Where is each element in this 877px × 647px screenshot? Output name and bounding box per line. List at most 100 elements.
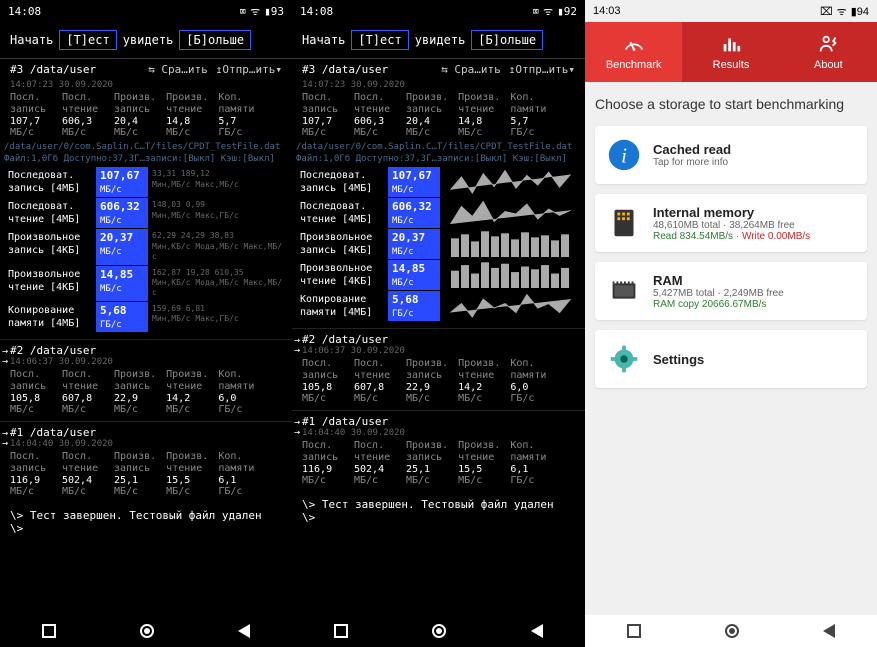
card-title: Internal memory — [653, 205, 857, 220]
history-date: 14:04:40 30.09.2020 — [10, 439, 282, 449]
metric-label: Последоват.запись [4МБ] — [4, 167, 96, 197]
stats-table: Посл.запись107,7МБ/сПосл.чтение606,3МБ/с… — [292, 90, 585, 140]
metric-value: 606,32МБ/с — [96, 198, 148, 228]
test-button[interactable]: [Т]ест — [59, 30, 116, 50]
info-icon: i — [605, 136, 643, 174]
compare-button[interactable]: ⇆ Сра…ить — [441, 63, 501, 76]
nachat-label: Начать — [10, 33, 53, 47]
ram-chip-icon — [605, 272, 643, 310]
test-button[interactable]: [Т]ест — [351, 30, 408, 50]
stats-col: Произв.запись20,4МБ/с — [406, 92, 448, 138]
metric-value: 5,68ГБ/с — [96, 302, 148, 332]
metric-label: Последоват.запись [4МБ] — [296, 167, 388, 197]
metric-row: Произвольноечтение [4КБ] 14,85МБ/с — [296, 260, 581, 290]
card-cached-read[interactable]: i Cached read Tap for more info — [595, 126, 867, 184]
history-run[interactable]: → → #2 /data/user 14:06:37 30.09.2020Пос… — [292, 328, 585, 410]
status-bar: 14:03 ⌧ ᯤ ▮94 — [585, 0, 877, 22]
metrics-list: Последоват.запись [4МБ] 107,67МБ/с33,31 … — [0, 167, 292, 331]
phone-1: 14:08 ⌧ ᯤ ▮93 Начать [Т]ест увидеть [Б]о… — [0, 0, 292, 647]
nav-home-icon[interactable] — [140, 624, 154, 638]
stats-col: Посл.запись105,8МБ/с — [10, 369, 52, 415]
stats-col: Произв.запись22,9МБ/с — [114, 369, 156, 415]
card-settings[interactable]: Settings — [595, 330, 867, 388]
metric-value: 5,68ГБ/с — [388, 291, 440, 321]
tab-results[interactable]: Results — [682, 22, 779, 82]
metric-chart — [440, 291, 581, 319]
stats-col: Произв.запись22,9МБ/с — [406, 358, 448, 404]
metric-chart — [440, 198, 581, 226]
file-params: Файл:1,0Гб Доступно:37,3Г…записи:[Выкл] … — [4, 154, 288, 166]
stats-col: Посл.чтение502,4МБ/с — [354, 440, 396, 486]
nav-recent-icon[interactable] — [334, 624, 348, 638]
nav-recent-icon[interactable] — [42, 624, 56, 638]
screenshot-icon: ⌧ — [239, 5, 246, 18]
stats-col: Произв.чтение14,8МБ/с — [166, 92, 208, 138]
status-icons: ⌧ ᯤ ▮93 — [239, 4, 284, 19]
command-line: \> Тест завершен. Тестовый файл удален \… — [292, 492, 585, 530]
send-button[interactable]: ↥Отпр…ить▾ — [216, 63, 282, 76]
more-button[interactable]: [Б]ольше — [179, 30, 251, 50]
nav-recent-icon[interactable] — [627, 624, 641, 638]
nav-back-icon[interactable] — [823, 624, 835, 638]
stats-col: Посл.запись105,8МБ/с — [302, 358, 344, 404]
gauge-icon — [622, 33, 646, 55]
metric-label: Копированиепамяти [4МБ] — [296, 291, 388, 321]
stats-col: Посл.чтение607,8МБ/с — [354, 358, 396, 404]
stats-col: Произв.запись25,1МБ/с — [114, 451, 156, 497]
read-speed: Read 834.54MB/s — [653, 231, 733, 242]
metric-row: Произвольноезапись [4КБ] 20,37МБ/с62,29 … — [4, 229, 288, 264]
card-sub: Tap for more info — [653, 157, 857, 168]
metric-row: Копированиепамяти [4МБ] 5,68ГБ/с — [296, 291, 581, 321]
metric-extra: 33,31 189,12Мин,МБ/с Макс,МБ/с — [148, 167, 288, 197]
stats-col: Посл.запись116,9МБ/с — [302, 440, 344, 486]
nav-back-icon[interactable] — [238, 624, 250, 638]
stats-col: Произв.чтение14,8МБ/с — [458, 92, 500, 138]
nav-home-icon[interactable] — [725, 624, 739, 638]
metric-extra: 148,03 0,99Мин,МБ/с Макс,ГБ/с — [148, 198, 288, 228]
nav-back-icon[interactable] — [531, 624, 543, 638]
metric-row: Произвольноезапись [4КБ] 20,37МБ/с — [296, 229, 581, 259]
stats-table: Посл.запись107,7МБ/сПосл.чтение606,3МБ/с… — [0, 90, 292, 140]
status-icons: ⌧ ᯤ ▮92 — [532, 4, 577, 19]
send-button[interactable]: ↥Отпр…ить▾ — [509, 63, 575, 76]
arrow-icon: → — [294, 345, 300, 356]
card-title: Cached read — [653, 142, 857, 157]
metric-chart — [440, 229, 581, 257]
tab-benchmark[interactable]: Benchmark — [585, 22, 682, 82]
uvidet-label: увидеть — [415, 33, 466, 47]
history-run[interactable]: → → #2 /data/user 14:06:37 30.09.2020Пос… — [0, 339, 292, 421]
screenshot-icon: ⌧ — [820, 5, 833, 18]
history: → → #2 /data/user 14:06:37 30.09.2020Пос… — [292, 322, 585, 492]
command-line: \> Тест завершен. Тестовый файл удален \… — [0, 503, 292, 541]
clock: 14:08 — [8, 5, 41, 18]
metric-extra: 62,29 24,29 38,83Мин,КБ/с Мода,МБ/с Макс… — [148, 229, 288, 264]
compare-button[interactable]: ⇆ Сра…ить — [148, 63, 208, 76]
history: → → #2 /data/user 14:06:37 30.09.2020Пос… — [0, 333, 292, 503]
metric-label: Произвольноечтение [4КБ] — [4, 266, 96, 301]
wifi-icon: ᯤ — [250, 4, 260, 19]
uvidet-label: увидеть — [123, 33, 174, 47]
nav-bar — [585, 615, 877, 647]
metric-value: 107,67МБ/с — [388, 167, 440, 197]
history-run[interactable]: → → #1 /data/user 14:04:40 30.09.2020Пос… — [292, 410, 585, 492]
person-code-icon — [816, 33, 840, 55]
metric-row: Последоват.чтение [4МБ] 606,32МБ/с — [296, 198, 581, 228]
run-date: 14:07:23 30.09.2020 — [292, 80, 585, 90]
file-path: /data/user/0/com.Saplin.C…T/files/CPDT_T… — [296, 142, 581, 154]
metric-value: 14,85МБ/с — [96, 266, 148, 301]
top-bar: Начать [Т]ест увидеть [Б]ольше — [0, 22, 292, 58]
current-run-header: #3 /data/user ⇆ Сра…ить ↥Отпр…ить▾ — [292, 58, 585, 80]
history-title: #2 /data/user — [10, 344, 282, 357]
card-internal-memory[interactable]: Internal memory 48,610MB total · 38,264M… — [595, 194, 867, 252]
stats-col: Посл.чтение606,3МБ/с — [62, 92, 104, 138]
nav-home-icon[interactable] — [432, 624, 446, 638]
stats-col: Коп.памяти5,7ГБ/с — [218, 92, 260, 138]
stats-col: Посл.запись107,7МБ/с — [10, 92, 52, 138]
arrow-icon: → — [2, 356, 8, 367]
card-ram[interactable]: RAM 5,427MB total · 2,249MB free RAM cop… — [595, 262, 867, 320]
metric-row: Последоват.запись [4МБ] 107,67МБ/с33,31 … — [4, 167, 288, 197]
history-run[interactable]: → → #1 /data/user 14:04:40 30.09.2020Пос… — [0, 421, 292, 503]
cmd-prompt: \> — [302, 511, 575, 524]
tab-about[interactable]: About — [780, 22, 877, 82]
more-button[interactable]: [Б]ольше — [471, 30, 543, 50]
